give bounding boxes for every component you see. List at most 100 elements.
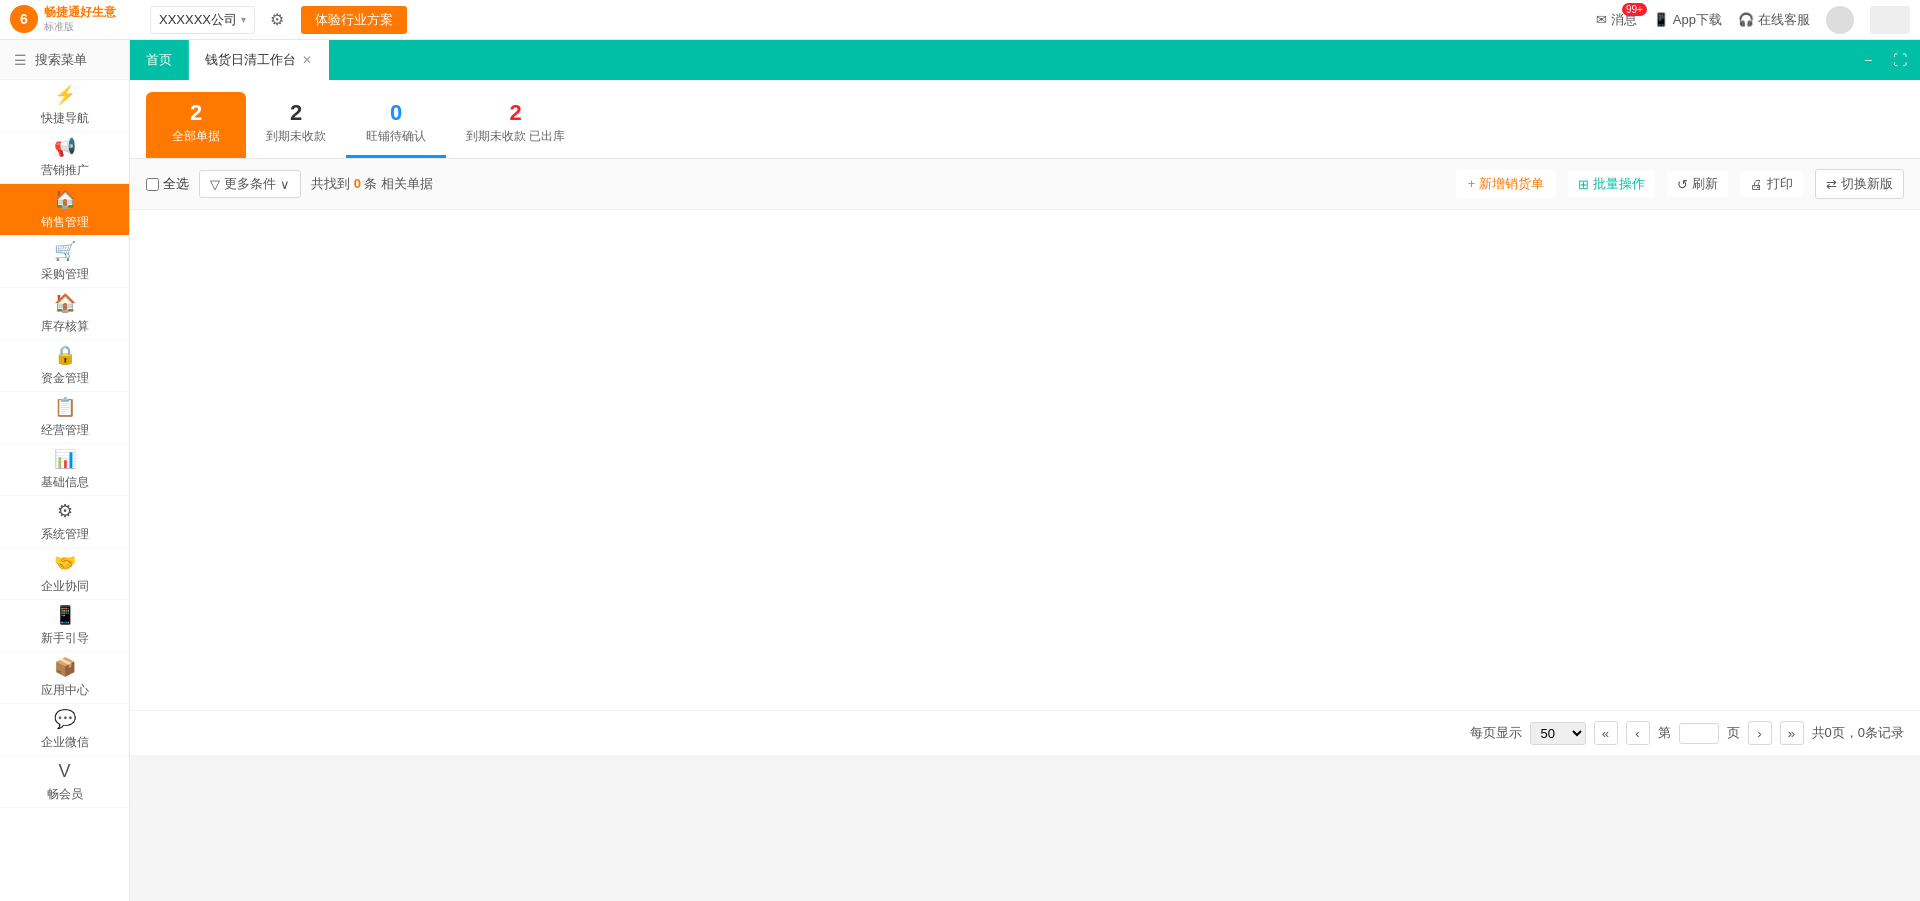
- next-page-button[interactable]: ›: [1748, 721, 1772, 745]
- sidebar-item-basic-info[interactable]: 📊 基础信息: [0, 444, 129, 496]
- app-download-icon: 📱: [1653, 12, 1669, 27]
- sidebar-label-quick-nav: 快捷导航: [41, 110, 89, 127]
- logo-name: 畅捷通好生意: [44, 5, 116, 19]
- stat-label-pending: 旺铺待确认: [366, 128, 426, 145]
- sidebar-label-marketing: 营销推广: [41, 162, 89, 179]
- sidebar-item-quick-nav[interactable]: ⚡ 快捷导航: [0, 80, 129, 132]
- gear-button[interactable]: ⚙: [263, 6, 291, 34]
- top-header: 6 畅捷通好生意 标准版 XXXXXX公司 ▾ ⚙ 体验行业方案 ✉ 消息 99…: [0, 0, 1920, 40]
- company-name: XXXXXX公司: [159, 11, 237, 29]
- select-all-checkbox[interactable]: 全选: [146, 175, 189, 193]
- workbench: 2 全部单据 2 到期未收款 0 旺铺待确认 2 到期未收款 已出库 全选: [130, 80, 1920, 755]
- sidebar-item-system[interactable]: ⚙ 系统管理: [0, 496, 129, 548]
- found-prefix: 共找到: [311, 176, 350, 191]
- online-service-button[interactable]: 🎧 在线客服: [1738, 11, 1810, 29]
- app-download-label: App下载: [1673, 11, 1722, 29]
- toolbar-right: + 新增销货单 ⊞ 批量操作 ↺ 刷新 🖨 打印 ⇄ 切换新版: [1456, 169, 1904, 199]
- marketing-icon: 📢: [54, 136, 76, 158]
- print-button[interactable]: 🖨 打印: [1740, 171, 1803, 197]
- switch-label: 切换新版: [1841, 175, 1893, 193]
- sidebar-item-marketing[interactable]: 📢 营销推广: [0, 132, 129, 184]
- sidebar-label-operations: 经营管理: [41, 422, 89, 439]
- logo-sub: 标准版: [44, 20, 116, 34]
- message-button[interactable]: ✉ 消息 99+: [1596, 11, 1637, 29]
- tab-close-icon[interactable]: ✕: [302, 53, 312, 67]
- chevron-down-icon: ▾: [241, 14, 246, 25]
- sidebar-item-guide[interactable]: 📱 新手引导: [0, 600, 129, 652]
- operations-icon: 📋: [54, 396, 76, 418]
- filter-button[interactable]: ▽ 更多条件 ∨: [199, 170, 301, 198]
- sidebar-item-sales[interactable]: 🏠 销售管理: [0, 184, 129, 236]
- switch-version-button[interactable]: ⇄ 切换新版: [1815, 169, 1904, 199]
- tab-minimize-button[interactable]: −: [1856, 48, 1880, 72]
- sidebar-label-sales: 销售管理: [41, 214, 89, 231]
- finance-icon: 🔒: [54, 344, 76, 366]
- first-page-button[interactable]: «: [1594, 721, 1618, 745]
- sidebar-label-system: 系统管理: [41, 526, 89, 543]
- select-all-input[interactable]: [146, 178, 159, 191]
- quick-nav-icon: ⚡: [54, 84, 76, 106]
- system-icon: ⚙: [57, 500, 73, 522]
- sidebar-item-purchase[interactable]: 🛒 采购管理: [0, 236, 129, 288]
- refresh-button[interactable]: ↺ 刷新: [1667, 171, 1728, 197]
- stat-label-overdue-out: 到期未收款 已出库: [466, 128, 565, 145]
- sidebar-item-operations[interactable]: 📋 经营管理: [0, 392, 129, 444]
- headset-icon: 🎧: [1738, 12, 1754, 27]
- print-label: 打印: [1767, 175, 1793, 193]
- sidebar-item-wechat[interactable]: 💬 企业微信: [0, 704, 129, 756]
- stat-label-all: 全部单据: [172, 128, 220, 145]
- found-text: 共找到 0 条 相关单据: [311, 175, 433, 193]
- logo-icon: 6: [10, 5, 38, 33]
- sidebar-item-inventory[interactable]: 🏠 库存核算: [0, 288, 129, 340]
- search-menu-button[interactable]: ☰ 搜索菜单: [0, 40, 129, 80]
- stat-tab-overdue-out[interactable]: 2 到期未收款 已出库: [446, 92, 585, 158]
- sidebar-label-basic-info: 基础信息: [41, 474, 89, 491]
- switch-icon: ⇄: [1826, 177, 1837, 192]
- filter-icon: ▽: [210, 177, 220, 192]
- sidebar-item-finance[interactable]: 🔒 资金管理: [0, 340, 129, 392]
- stat-num-overdue-out: 2: [510, 100, 522, 126]
- stat-tab-all[interactable]: 2 全部单据: [146, 92, 246, 158]
- app-download-button[interactable]: 📱 App下载: [1653, 11, 1722, 29]
- avatar-name[interactable]: [1870, 6, 1910, 34]
- last-page-button[interactable]: »: [1780, 721, 1804, 745]
- tab-workbench-label: 钱货日清工作台: [205, 51, 296, 69]
- refresh-label: 刷新: [1692, 175, 1718, 193]
- sidebar-item-enterprise[interactable]: 🤝 企业协同: [0, 548, 129, 600]
- sidebar-label-inventory: 库存核算: [41, 318, 89, 335]
- wechat-icon: 💬: [54, 708, 76, 730]
- page-input[interactable]: 1: [1679, 723, 1719, 744]
- stats-tabs: 2 全部单据 2 到期未收款 0 旺铺待确认 2 到期未收款 已出库: [130, 80, 1920, 159]
- prev-page-button[interactable]: ‹: [1626, 721, 1650, 745]
- page-label2: 页: [1727, 724, 1740, 742]
- company-selector[interactable]: XXXXXX公司 ▾: [150, 6, 255, 34]
- found-count: 0: [354, 176, 361, 191]
- add-sales-order-button[interactable]: + 新增销货单: [1456, 170, 1556, 198]
- tab-expand-button[interactable]: ⛶: [1888, 48, 1912, 72]
- stat-num-all: 2: [190, 100, 202, 126]
- table-area: [130, 210, 1920, 710]
- app-center-icon: 📦: [54, 656, 76, 678]
- stat-tab-pending[interactable]: 0 旺铺待确认: [346, 92, 446, 158]
- trial-button[interactable]: 体验行业方案: [301, 6, 407, 34]
- page-label: 第: [1658, 724, 1671, 742]
- sidebar-label-member: 畅会员: [47, 786, 83, 803]
- refresh-icon: ↺: [1677, 177, 1688, 192]
- print-icon: 🖨: [1750, 177, 1763, 192]
- logo-area: 6 畅捷通好生意 标准版: [10, 5, 140, 33]
- sidebar-item-member[interactable]: V 畅会员: [0, 756, 129, 808]
- tab-workbench[interactable]: 钱货日清工作台 ✕: [189, 40, 329, 80]
- avatar[interactable]: [1826, 6, 1854, 34]
- tab-home[interactable]: 首页: [130, 40, 189, 80]
- toolbar: 全选 ▽ 更多条件 ∨ 共找到 0 条 相关单据 + 新增销货单 ⊞ 批量操作: [130, 159, 1920, 210]
- stat-tab-overdue[interactable]: 2 到期未收款: [246, 92, 346, 158]
- basic-info-icon: 📊: [54, 448, 76, 470]
- pagination: 每页显示 50 10 20 100 « ‹ 第 1 页 › » 共0页，0条记录: [130, 710, 1920, 755]
- sidebar-item-app-center[interactable]: 📦 应用中心: [0, 652, 129, 704]
- filter-label: 更多条件: [224, 175, 276, 193]
- batch-icon: ⊞: [1578, 177, 1589, 192]
- sidebar-label-guide: 新手引导: [41, 630, 89, 647]
- enterprise-icon: 🤝: [54, 552, 76, 574]
- batch-operation-button[interactable]: ⊞ 批量操作: [1568, 171, 1655, 197]
- page-size-select[interactable]: 50 10 20 100: [1530, 722, 1586, 745]
